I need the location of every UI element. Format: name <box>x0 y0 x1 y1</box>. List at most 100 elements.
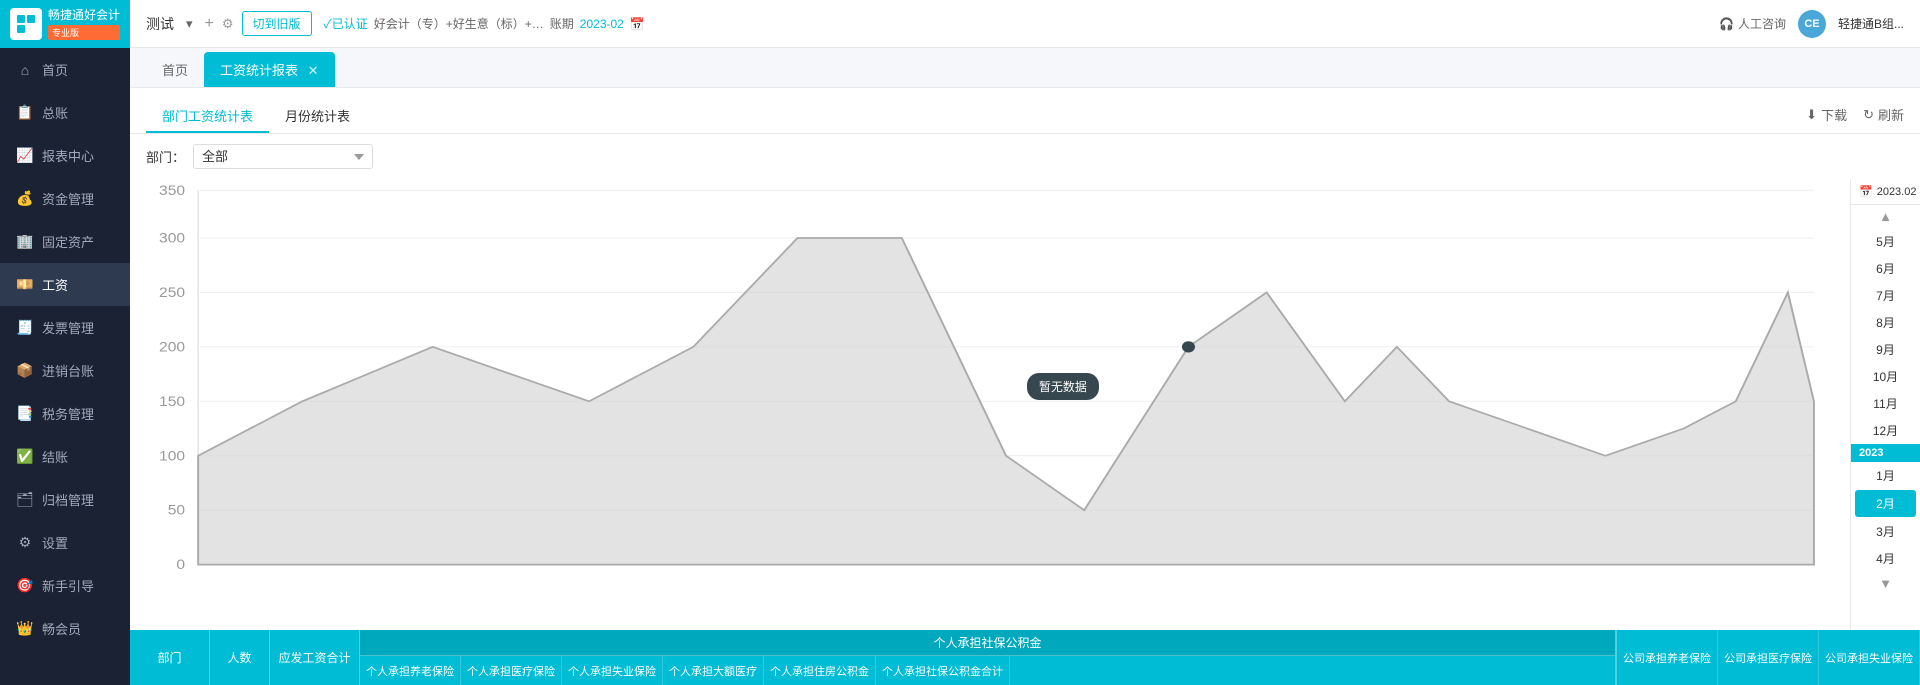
sidebar-item-funds[interactable]: 💰资金管理 <box>0 177 130 220</box>
date-item-10[interactable]: 10月 <box>1851 363 1920 390</box>
svg-text:350: 350 <box>159 184 185 199</box>
logo-icon <box>10 8 42 40</box>
period-label: 账期 <box>550 15 574 32</box>
settings-icon[interactable]: ⚙ <box>222 16 234 32</box>
topbar-status: ✓已认证 好会计（专）+好生意（标）+… 账期 2023-02 📅 <box>324 15 645 32</box>
date-item-8[interactable]: 8月 <box>1851 309 1920 336</box>
sidebar-item-purchase[interactable]: 📦进销台账 <box>0 349 130 392</box>
th-group-title: 个人承担社保公积金 <box>360 630 1615 656</box>
th-company-pension: 公司承担养老保险 <box>1616 630 1718 685</box>
ledger-icon: 📋 <box>16 104 34 121</box>
sidebar-nav: ⌂首页📋总账📈报表中心💰资金管理🏢固定资产💴工资🧾发票管理📦进销台账📑税务管理✅… <box>0 48 130 650</box>
th-major-medical: 个人承担大额医疗 <box>663 656 764 685</box>
th-company-unemployment: 公司承担失业保险 <box>1819 630 1920 685</box>
sidebar-item-settings[interactable]: ⚙设置 <box>0 521 130 564</box>
tab-salary-report[interactable]: 工资统计报表 ✕ <box>204 52 335 87</box>
dept-select[interactable]: 全部 销售部 财务部 人事部 技术部 <box>193 144 373 169</box>
reports-icon: 📈 <box>16 147 34 164</box>
sidebar-item-salary[interactable]: 💴工资 <box>0 263 130 306</box>
sidebar-item-label: 固定资产 <box>42 232 94 251</box>
year-2023: 2023 <box>1851 444 1920 462</box>
date-item-4[interactable]: 4月 <box>1851 545 1920 572</box>
sidebar-item-reports[interactable]: 📈 报表中心 <box>0 134 130 177</box>
date-item-7[interactable]: 7月 <box>1851 282 1920 309</box>
home-icon: ⌂ <box>16 62 34 78</box>
switch-button[interactable]: 切到旧版 <box>242 11 312 36</box>
filter-row: 部门： 全部 销售部 财务部 人事部 技术部 <box>146 144 373 169</box>
vip-icon: 👑 <box>16 620 34 637</box>
sidebar-item-label: 总账 <box>42 103 68 122</box>
sidebar-item-ledger[interactable]: 📋 总账 <box>0 91 130 134</box>
download-button[interactable]: ⬇ 下载 <box>1806 100 1847 129</box>
topbar-dropdown-icon[interactable]: ▾ <box>186 16 193 32</box>
chart-container: 0 50 100 150 200 250 300 <box>146 179 1840 610</box>
svg-text:150: 150 <box>159 395 185 410</box>
sidebar-item-label: 首页 <box>42 60 68 79</box>
th-personal-total: 个人承担社保公积金合计 <box>876 656 1010 685</box>
th-count: 人数 <box>210 630 270 685</box>
newguide-icon: 🎯 <box>16 577 34 594</box>
sidebar-item-invoice[interactable]: 🧾发票管理 <box>0 306 130 349</box>
app-name: 畅捷通好会计 <box>48 8 120 24</box>
sidebar-item-label: 税务管理 <box>42 404 94 423</box>
date-item-9[interactable]: 9月 <box>1851 336 1920 363</box>
th-pension: 个人承担养老保险 <box>360 656 461 685</box>
th-medical: 个人承担医疗保险 <box>461 656 562 685</box>
chart-point <box>1182 341 1195 352</box>
settle-icon: ✅ <box>16 448 34 465</box>
app-logo: 畅捷通好会计 专业版 <box>0 0 130 48</box>
tab-close-icon[interactable]: ✕ <box>308 63 319 78</box>
support-button[interactable]: 🎧 人工咨询 <box>1719 15 1786 32</box>
date-item-6[interactable]: 6月 <box>1851 255 1920 282</box>
tab-home[interactable]: 首页 <box>146 52 204 87</box>
calendar-icon[interactable]: 📅 <box>630 17 645 31</box>
date-panel-header: 📅 2023.02 <box>1851 179 1920 205</box>
date-item-5[interactable]: 5月 <box>1851 228 1920 255</box>
th-group-cols: 个人承担养老保险 个人承担医疗保险 个人承担失业保险 个人承担大额医疗 个人承担… <box>360 656 1615 685</box>
date-down-button[interactable]: ▼ <box>1851 572 1920 595</box>
avatar[interactable]: CE <box>1798 10 1826 38</box>
subtab-monthly[interactable]: 月份统计表 <box>269 100 366 133</box>
sidebar-item-newguide[interactable]: 🎯新手引导 <box>0 564 130 607</box>
topbar-right: 🎧 人工咨询 CE 轻捷通B组... <box>1719 10 1904 38</box>
svg-text:100: 100 <box>159 449 185 464</box>
sidebar-item-settle[interactable]: ✅结账 <box>0 435 130 478</box>
svg-text:200: 200 <box>159 340 185 355</box>
date-item-1[interactable]: 1月 <box>1851 462 1920 489</box>
archive-icon: 🗂 <box>16 491 34 508</box>
date-item-3[interactable]: 3月 <box>1851 518 1920 545</box>
subtab-bar: 部门工资统计表 月份统计表 ⬇ 下载 ↻ 刷新 <box>130 88 1920 134</box>
sidebar-item-archive[interactable]: 🗂归档管理 <box>0 478 130 521</box>
th-personal-group: 个人承担社保公积金 个人承担养老保险 个人承担医疗保险 个人承担失业保险 个人承… <box>360 630 1616 685</box>
app-badge: 专业版 <box>48 25 120 40</box>
content-area: 部门工资统计表 月份统计表 ⬇ 下载 ↻ 刷新 部门： 全部 销售部 <box>130 88 1920 685</box>
sidebar: 畅捷通好会计 专业版 ⌂ 首页 📋 总账 📈 报表中心 💰资金管理🏢固定资产💴工资🧾发票管理… <box>0 0 130 685</box>
headset-icon: 🎧 <box>1719 17 1734 31</box>
refresh-button[interactable]: ↻ 刷新 <box>1863 100 1904 129</box>
sidebar-item-home[interactable]: ⌂ 首页 <box>0 48 130 91</box>
date-up-button[interactable]: ▲ <box>1851 205 1920 228</box>
th-dept: 部门 <box>130 630 210 685</box>
salary-icon: 💴 <box>16 276 34 293</box>
date-panel: 📅 2023.02 ▲ 5月 6月 7月 8月 9月 10月 11月 12月 2… <box>1850 179 1920 630</box>
add-icon[interactable]: + <box>205 15 214 33</box>
filter-toolbar: 部门： 全部 销售部 财务部 人事部 技术部 <box>130 134 1920 179</box>
refresh-icon: ↻ <box>1863 107 1874 123</box>
subtab-dept[interactable]: 部门工资统计表 <box>146 100 269 133</box>
svg-text:250: 250 <box>159 286 185 301</box>
download-icon: ⬇ <box>1806 107 1817 123</box>
date-item-2[interactable]: 2月 <box>1855 490 1916 517</box>
svg-text:50: 50 <box>168 504 185 519</box>
sidebar-item-tax[interactable]: 📑税务管理 <box>0 392 130 435</box>
sidebar-item-assets[interactable]: 🏢固定资产 <box>0 220 130 263</box>
chart-svg: 0 50 100 150 200 250 300 <box>146 179 1840 610</box>
chart-area: 0 50 100 150 200 250 300 <box>130 179 1920 630</box>
date-item-12[interactable]: 12月 <box>1851 417 1920 444</box>
sidebar-item-label: 报表中心 <box>42 146 94 165</box>
period-value: 2023-02 <box>580 17 624 31</box>
sidebar-item-label: 畅会员 <box>42 619 81 638</box>
sidebar-item-vip[interactable]: 👑 畅会员 <box>0 607 130 650</box>
date-item-11[interactable]: 11月 <box>1851 390 1920 417</box>
username: 轻捷通B组... <box>1838 15 1904 32</box>
tabbar: 首页 工资统计报表 ✕ <box>130 48 1920 88</box>
